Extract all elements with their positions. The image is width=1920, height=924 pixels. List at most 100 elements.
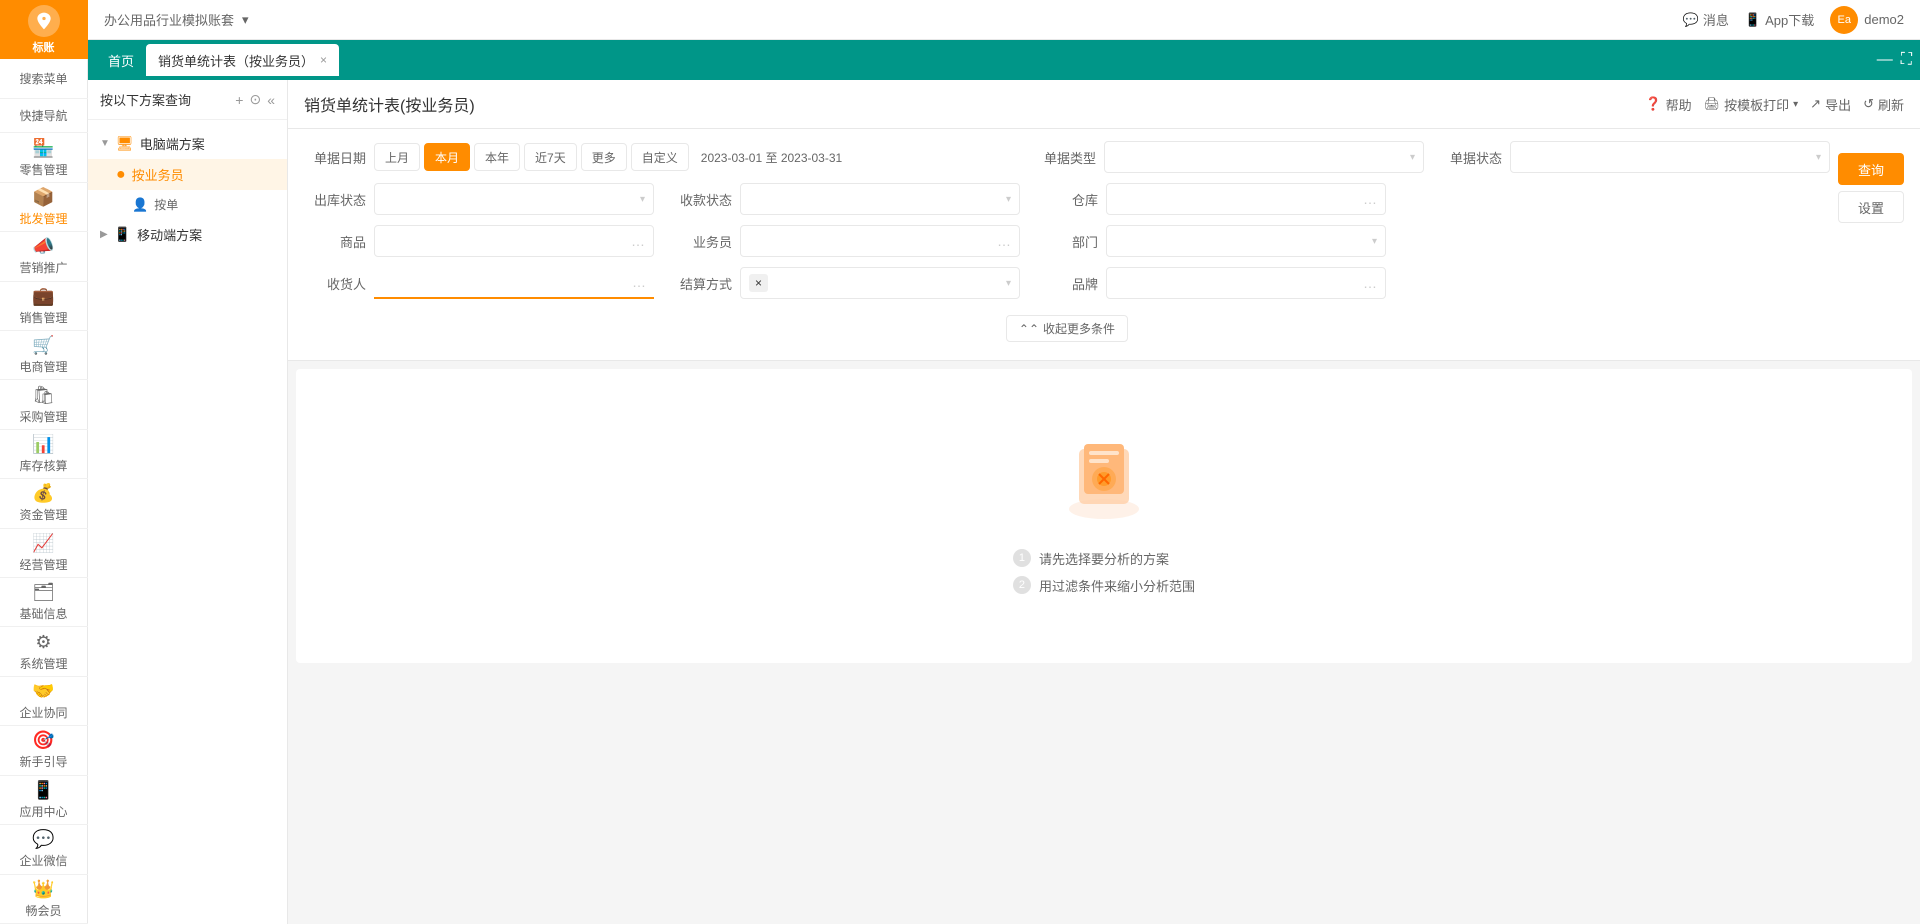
sidebar-item-marketing[interactable]: 📣 营销推广 bbox=[0, 232, 88, 281]
brand-label: 品牌 bbox=[1036, 274, 1106, 293]
sidebar-item-wechat[interactable]: 💬 企业微信 bbox=[0, 825, 88, 874]
apps-label: 应用中心 bbox=[19, 803, 67, 820]
breadcrumb-arrow[interactable]: ▾ bbox=[242, 12, 249, 28]
warehouse-dropdown[interactable]: … bbox=[1115, 191, 1377, 207]
set-button[interactable]: 设置 bbox=[1838, 191, 1904, 223]
refresh-button[interactable]: ↺ 刷新 bbox=[1863, 95, 1904, 114]
member-icon: 👑 bbox=[32, 879, 54, 900]
tab-expand-btn[interactable]: ⛶ bbox=[1901, 51, 1912, 69]
date-7days-btn[interactable]: 近7天 bbox=[524, 143, 577, 171]
goods-control[interactable]: … bbox=[374, 225, 654, 257]
date-last-month-btn[interactable]: 上月 bbox=[374, 143, 420, 171]
empty-icon bbox=[1054, 429, 1154, 529]
out-status-dropdown[interactable]: ▾ bbox=[383, 194, 645, 205]
doc-type-dropdown[interactable]: ▾ bbox=[1113, 152, 1415, 163]
marketing-label: 营销推广 bbox=[19, 259, 67, 276]
date-this-year-btn[interactable]: 本年 bbox=[474, 143, 520, 171]
brand-control[interactable]: … bbox=[1106, 267, 1386, 299]
receipt-status-arrow: ▾ bbox=[1006, 194, 1011, 205]
sidebar-item-enterprise[interactable]: 🤝 企业协同 bbox=[0, 677, 88, 726]
help-button[interactable]: ❓ 帮助 bbox=[1645, 95, 1691, 114]
date-this-month-btn[interactable]: 本月 bbox=[424, 143, 470, 171]
receiver-control[interactable]: … bbox=[374, 267, 654, 299]
warehouse-dots[interactable]: … bbox=[1363, 191, 1377, 207]
sidebar-item-system[interactable]: ⚙ 系统管理 bbox=[0, 627, 88, 676]
sidebar-quick-nav[interactable]: 快捷导航 bbox=[0, 99, 88, 134]
sidebar-item-basic[interactable]: 🗂 基础信息 bbox=[0, 578, 88, 627]
sidebar-item-finance[interactable]: 💰 资金管理 bbox=[0, 479, 88, 528]
tab-active[interactable]: 销货单统计表（按业务员） × bbox=[146, 44, 339, 76]
tree-arrow-icon: ▼ bbox=[100, 138, 110, 149]
query-button[interactable]: 查询 bbox=[1838, 153, 1904, 185]
empty-state: 1 请先选择要分析的方案 2 用过滤条件来缩小分析范围 bbox=[296, 369, 1912, 663]
export-button[interactable]: ↗ 导出 bbox=[1810, 95, 1851, 114]
sidebar-item-apps[interactable]: 📱 应用中心 bbox=[0, 776, 88, 825]
dept-control[interactable]: ▾ bbox=[1106, 225, 1386, 257]
scheme-by-order[interactable]: 👤 按单 bbox=[88, 190, 287, 219]
user-menu-button[interactable]: Ea demo2 bbox=[1830, 6, 1904, 34]
enterprise-label: 企业协同 bbox=[19, 704, 67, 721]
sidebar-item-retail[interactable]: 🏪 零售管理 bbox=[0, 133, 88, 182]
sidebar-item-ecommerce[interactable]: 🛒 电商管理 bbox=[0, 331, 88, 380]
order-scheme-label: 按单 bbox=[154, 196, 178, 213]
mobile-section-header[interactable]: ▶ 📱 移动端方案 bbox=[88, 219, 287, 250]
sidebar-item-sales[interactable]: 💼 销售管理 bbox=[0, 282, 88, 331]
receiver-dots[interactable]: … bbox=[632, 274, 646, 290]
tab-home[interactable]: 首页 bbox=[96, 44, 146, 76]
settle-dropdown[interactable]: × ▾ bbox=[749, 274, 1011, 292]
desktop-section-label: 电脑端方案 bbox=[140, 134, 205, 153]
print-button[interactable]: 🖨 按模板打印 ▾ bbox=[1704, 95, 1799, 114]
sidebar-item-member[interactable]: 👑 畅会员 bbox=[0, 875, 88, 924]
goods-dropdown[interactable]: … bbox=[383, 233, 645, 249]
salesperson-scheme-label: 按业务员 bbox=[132, 165, 184, 184]
left-panel-title: 按以下方案查询 bbox=[100, 90, 191, 109]
doc-status-dropdown[interactable]: ▾ bbox=[1519, 152, 1821, 163]
warehouse-control[interactable]: … bbox=[1106, 183, 1386, 215]
salesperson-dots[interactable]: … bbox=[997, 233, 1011, 249]
receipt-status-dropdown[interactable]: ▾ bbox=[749, 194, 1011, 205]
sidebar-item-purchase[interactable]: 🛍 采购管理 bbox=[0, 380, 88, 429]
settle-tag-x[interactable]: × bbox=[755, 276, 762, 290]
sidebar-item-newbie[interactable]: 🎯 新手引导 bbox=[0, 726, 88, 775]
receipt-status-control[interactable]: ▾ bbox=[740, 183, 1020, 215]
app-logo[interactable]: 标账 bbox=[0, 0, 88, 59]
doc-status-arrow: ▾ bbox=[1816, 152, 1821, 163]
salesperson-control[interactable]: … bbox=[740, 225, 1020, 257]
brand-dropdown[interactable]: … bbox=[1115, 275, 1377, 291]
page-header: 销货单统计表(按业务员) ❓ 帮助 🖨 按模板打印 ▾ ↗ 导出 bbox=[288, 80, 1920, 129]
settle-control[interactable]: × ▾ bbox=[740, 267, 1020, 299]
tab-minimize-btn[interactable]: — bbox=[1877, 51, 1893, 69]
sidebar-item-inventory[interactable]: 📊 库存核算 bbox=[0, 430, 88, 479]
brand-dots[interactable]: … bbox=[1363, 275, 1377, 291]
page-header-actions: ❓ 帮助 🖨 按模板打印 ▾ ↗ 导出 ↺ 刷新 bbox=[1645, 95, 1904, 114]
tab-active-label: 销货单统计表（按业务员） bbox=[158, 51, 314, 70]
goods-dots[interactable]: … bbox=[631, 233, 645, 249]
doc-status-control[interactable]: ▾ bbox=[1510, 141, 1830, 173]
collapse-panel-button[interactable]: « bbox=[267, 92, 275, 108]
scheme-by-salesperson[interactable]: ● 按业务员 bbox=[88, 159, 287, 190]
desktop-section-header[interactable]: ▼ 🖥 电脑端方案 bbox=[88, 128, 287, 159]
collapse-button[interactable]: ⌃⌃ 收起更多条件 bbox=[1006, 315, 1128, 342]
date-custom-btn[interactable]: 自定义 bbox=[631, 143, 689, 171]
settle-tag: × bbox=[749, 274, 768, 292]
date-more-btn[interactable]: 更多 bbox=[581, 143, 627, 171]
receiver-dropdown[interactable]: … bbox=[382, 274, 646, 290]
left-panel-header: 按以下方案查询 + ⊙ « bbox=[88, 80, 287, 120]
sidebar-search-menu[interactable]: 搜索菜单 bbox=[0, 59, 88, 99]
salesperson-dropdown[interactable]: … bbox=[749, 233, 1011, 249]
page-title: 销货单统计表(按业务员) bbox=[304, 92, 475, 116]
sidebar-item-wholesale[interactable]: 📦 批发管理 bbox=[0, 183, 88, 232]
doc-type-control[interactable]: ▾ bbox=[1104, 141, 1424, 173]
out-status-control[interactable]: ▾ bbox=[374, 183, 654, 215]
message-button[interactable]: 💬 消息 bbox=[1683, 10, 1729, 29]
sidebar-item-operations[interactable]: 📈 经营管理 bbox=[0, 529, 88, 578]
right-content: 销货单统计表(按业务员) ❓ 帮助 🖨 按模板打印 ▾ ↗ 导出 bbox=[288, 80, 1920, 924]
edit-scheme-button[interactable]: ⊙ bbox=[249, 91, 261, 108]
purchase-label: 采购管理 bbox=[19, 408, 67, 425]
app-download-label: App下载 bbox=[1765, 10, 1814, 29]
app-download-button[interactable]: 📱 App下载 bbox=[1745, 10, 1814, 29]
dept-dropdown[interactable]: ▾ bbox=[1115, 236, 1377, 247]
inventory-label: 库存核算 bbox=[19, 457, 67, 474]
add-scheme-button[interactable]: + bbox=[235, 92, 243, 108]
tab-close-icon[interactable]: × bbox=[320, 53, 327, 67]
